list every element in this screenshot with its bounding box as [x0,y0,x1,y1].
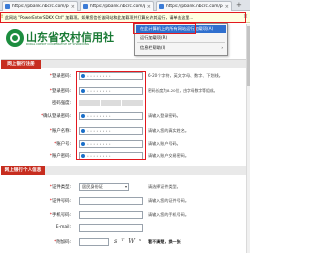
field-hint: 6-20个字符，英文字母、数字、下划线。 [148,73,223,78]
tab-title: https://pbank.nbcrc.com/pe [166,4,223,9]
field-label: *登录密码: [49,74,71,79]
refresh-captcha-link[interactable]: 看不清楚，换一张 [148,239,181,245]
captcha-input[interactable] [79,238,109,246]
field-label: *登录密码: [49,89,71,94]
field-label: *账户名称: [49,129,71,134]
browser-tab[interactable]: https://pbank.nbcrc.com/pe × [2,1,78,11]
form-row-mobile: *手机号码: 请输入您的手机号码。 [0,211,250,220]
tab-title: https://pbank.nbcrc.com/pe [12,4,69,9]
password-fields-highlight [76,71,146,160]
browser-tab[interactable]: https://pbank.nbcrc.com/pe × [156,1,232,11]
new-tab-button[interactable]: + [236,1,242,10]
browser-tab-strip: https://pbank.nbcrc.com/pe × https://pba… [0,0,250,11]
field-hint: 请输入您的手机号码。 [148,212,189,217]
close-tab-icon[interactable]: × [71,4,75,10]
menu-separator [137,42,225,43]
scrollbar-thumb[interactable] [247,26,250,86]
field-hint: 请输入登录密码。 [148,113,181,118]
tab-title: https://pbank.nbcrc.com/pe [90,4,145,9]
field-hint: 请输入账户号码。 [148,141,181,146]
bank-logo: 山东省农村信用社 RURAL CREDIT COOPERATIVE OF SHA… [6,28,124,48]
bank-name-english: RURAL CREDIT COOPERATIVE OF SHANDONG [26,42,90,46]
field-label: 密码强度: [51,101,71,106]
close-tab-icon[interactable]: × [147,4,151,10]
field-label: *账户密码: [49,154,71,159]
menu-item-highlight [133,23,196,34]
page-favicon-icon [83,4,88,9]
close-tab-icon[interactable]: × [225,4,229,10]
field-label: *确认登录密码: [40,114,71,119]
email-input[interactable] [79,224,143,232]
field-hint: 请选择证件类型。 [148,184,181,189]
section-tab-personal-info[interactable]: 网上银行个人信息 [1,166,45,175]
submenu-arrow-icon: › [221,45,223,50]
bank-emblem-icon [6,29,24,47]
section-tab-register[interactable]: 网上银行注册 [1,60,41,69]
mobile-input[interactable] [79,211,143,219]
field-hint: 请输入您的证件号码。 [148,198,189,203]
form-row-email: E-mail: [0,224,250,233]
form-row-id-type: *证件类型: 居民身份证 ▾ 请选择证件类型。 [0,183,250,192]
browser-tab[interactable]: https://pbank.nbcrc.com/pe × [80,1,154,11]
field-label: E-mail: [55,225,71,230]
form-row-captcha: *附加码: s ᵀ W ˢ 看不清楚，换一张 [0,237,250,247]
field-label: *证件类型: [49,185,71,190]
field-hint: 密码长度为8-20位，由字母数字等组成。 [148,88,218,93]
page-scrollbar[interactable] [246,24,250,253]
field-label: *证件号码: [49,199,71,204]
field-label: *账户号: [54,142,71,147]
menu-item-infobar-help[interactable]: 信息栏帮助(I) › [136,44,226,52]
field-hint: 请输入您的真实姓名。 [148,128,189,133]
field-label: *附加码: [54,240,71,245]
information-bar-highlight [0,12,246,23]
section-header-register: 网上银行注册 [1,59,249,69]
section-header-personal-info: 网上银行个人信息 [1,166,249,175]
captcha-image[interactable]: s ᵀ W ˢ [114,237,144,247]
form-row-id-number: *证件号码: 请输入您的证件号码。 [0,197,250,206]
field-hint: 请输入账户交易密码。 [148,153,189,158]
field-label: *手机号码: [49,213,71,218]
menu-item-run-addon[interactable]: 运行加载项(R) [136,34,226,42]
page-favicon-icon [5,4,10,9]
chevron-down-icon: ▾ [124,184,127,189]
page-favicon-icon [159,4,164,9]
id-type-select[interactable]: 居民身份证 ▾ [79,183,129,191]
id-number-input[interactable] [79,197,143,205]
